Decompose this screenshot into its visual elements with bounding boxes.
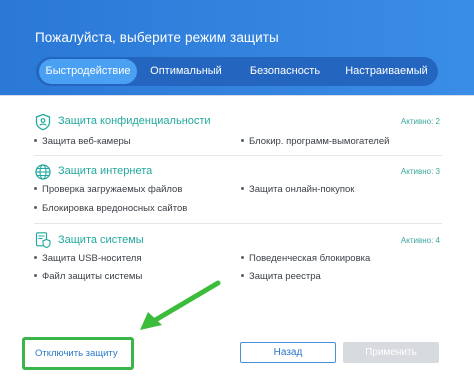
list-item: Защита USB-носителя xyxy=(34,253,142,264)
disable-protection-link[interactable]: Отключить защиту xyxy=(22,337,134,370)
header-title: Пожалуйста, выберите режим защиты xyxy=(35,30,279,45)
mode-header: Пожалуйста, выберите режим защиты Быстро… xyxy=(0,0,474,96)
list-item: Блокир. программ-вымогателей xyxy=(241,136,389,147)
status-badge: Активно: 3 xyxy=(400,167,440,176)
list-item: Блокировка вредоносных сайтов xyxy=(34,203,187,214)
mode-tabbar: Быстродействие Оптимальный Безопасность … xyxy=(36,57,438,86)
system-shield-icon xyxy=(34,231,52,249)
section-title: Защита системы xyxy=(58,234,144,246)
section-divider xyxy=(34,155,442,156)
tab-custom[interactable]: Настраиваемый xyxy=(338,59,435,84)
back-button[interactable]: Назад xyxy=(240,342,336,363)
tab-security[interactable]: Безопасность xyxy=(235,59,335,84)
disable-protection-label[interactable]: Отключить защиту xyxy=(35,348,118,359)
list-item: Файл защиты системы xyxy=(34,271,142,282)
status-badge: Активно: 2 xyxy=(400,117,440,126)
tab-optimal[interactable]: Оптимальный xyxy=(140,59,232,84)
section-title: Защита интернета xyxy=(58,165,153,177)
status-badge: Активно: 4 xyxy=(400,236,440,245)
apply-button[interactable]: Применить xyxy=(343,342,439,363)
list-item: Поведенческая блокировка xyxy=(241,253,370,264)
globe-icon xyxy=(34,163,52,181)
list-item: Проверка загружаемых файлов xyxy=(34,184,182,195)
tab-performance[interactable]: Быстродействие xyxy=(39,59,137,84)
list-item: Защита реестра xyxy=(241,271,321,282)
annotation-arrow-icon xyxy=(140,280,221,330)
list-item: Защита онлайн-покупок xyxy=(241,184,354,195)
section-divider xyxy=(34,223,442,224)
shield-person-icon xyxy=(34,113,52,131)
list-item: Защита веб-камеры xyxy=(34,136,131,147)
section-title: Защита конфиденциальности xyxy=(58,115,211,127)
